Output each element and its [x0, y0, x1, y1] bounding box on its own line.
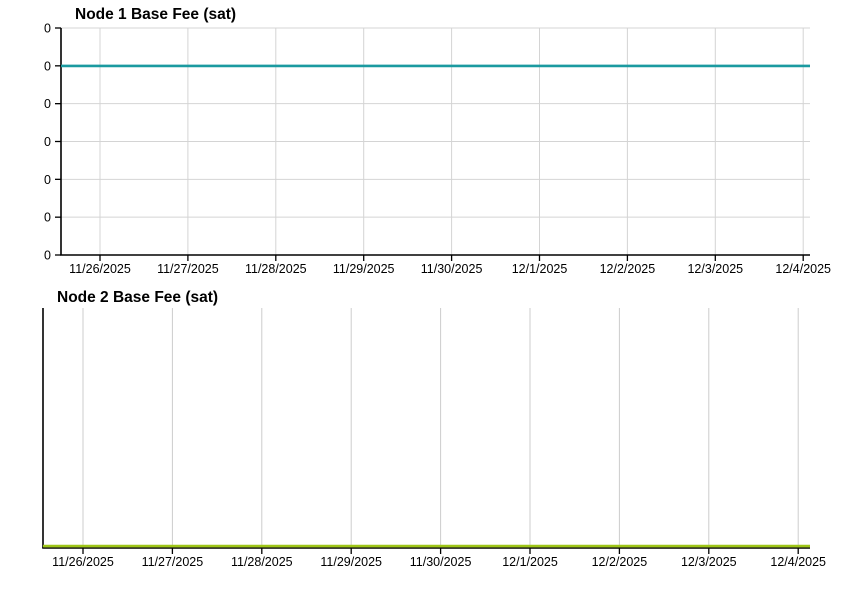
chart-title: Node 1 Base Fee (sat)	[75, 6, 236, 23]
x-axis-tick-label: 12/4/2025	[770, 555, 826, 569]
y-axis-tick-label: 0	[44, 135, 51, 149]
x-axis-tick-label: 11/29/2025	[320, 555, 382, 569]
x-axis-tick-label: 12/2/2025	[592, 555, 648, 569]
x-axis-tick-label: 11/30/2025	[421, 262, 483, 276]
x-axis-tick-label: 12/1/2025	[512, 262, 568, 276]
x-axis-tick-label: 11/29/2025	[333, 262, 395, 276]
x-axis-tick-label: 12/4/2025	[775, 262, 831, 276]
y-axis-tick-label: 0	[44, 211, 51, 225]
x-axis-tick-label: 11/27/2025	[142, 555, 204, 569]
x-axis-tick-label: 12/3/2025	[681, 555, 737, 569]
charts-panel: 0 0 0 0 0 0 0 11/26/2025 11/27/2025 11/28/2025 11/…	[0, 0, 860, 600]
y-axis-tick-label: 0	[44, 59, 51, 73]
x-axis-tick-label: 11/27/2025	[157, 262, 219, 276]
x-axis-tick-label: 11/28/2025	[245, 262, 307, 276]
x-axis-tick-label: 11/28/2025	[231, 555, 293, 569]
y-axis-tick-label: 0	[44, 97, 51, 111]
base-fee-charts: 0 0 0 0 0 0 0 11/26/2025 11/27/2025 11/28/2025 11/…	[42, 6, 831, 569]
x-axis-tick-label: 11/30/2025	[410, 555, 472, 569]
y-axis-tick-label: 0	[44, 22, 51, 36]
x-axis-tick-label: 12/1/2025	[502, 555, 558, 569]
x-axis-tick-label: 11/26/2025	[52, 555, 114, 569]
chart-title: Node 2 Base Fee (sat)	[57, 289, 218, 306]
x-axis-tick-label: 11/26/2025	[69, 262, 131, 276]
x-axis-tick-label: 12/3/2025	[687, 262, 743, 276]
y-axis-tick-label: 0	[44, 173, 51, 187]
x-axis-tick-label: 12/2/2025	[600, 262, 656, 276]
y-axis-tick-label: 0	[44, 249, 51, 263]
